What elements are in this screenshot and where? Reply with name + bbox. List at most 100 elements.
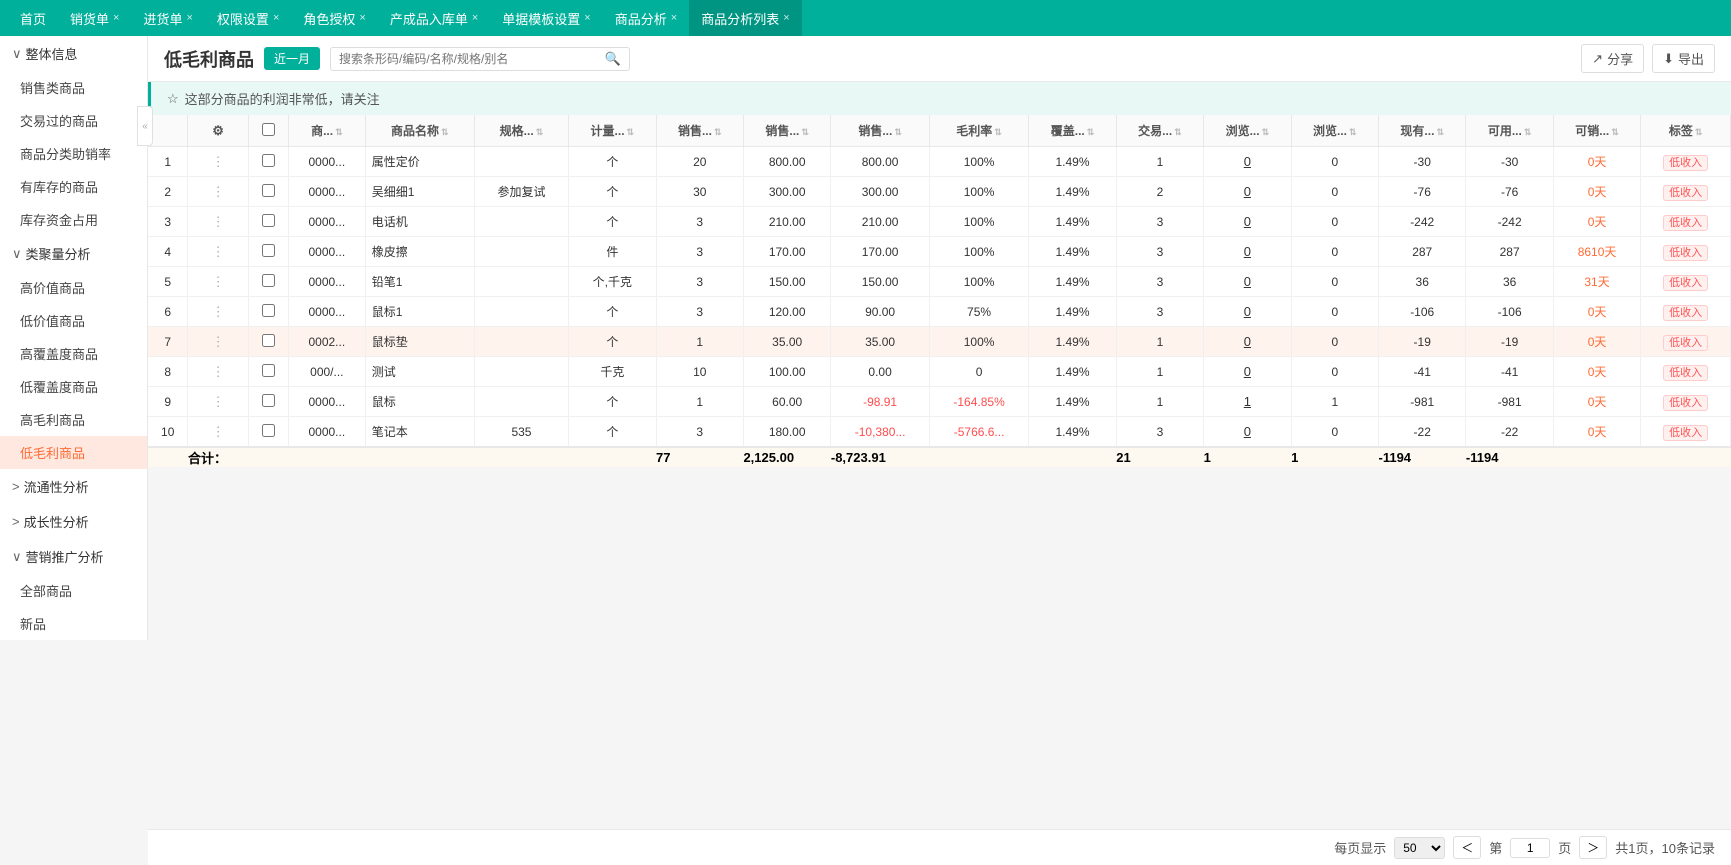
row-checkbox[interactable]	[262, 424, 275, 437]
sidebar-item-库存资金占用[interactable]: 库存资金占用	[0, 203, 147, 236]
nav-item-单据模板设置[interactable]: 单据模板设置×	[490, 0, 602, 36]
browse-link[interactable]: 0	[1244, 304, 1251, 319]
browse-link[interactable]: 0	[1244, 184, 1251, 199]
cell-settings[interactable]: ⋮	[188, 357, 248, 387]
sidebar-item-新品[interactable]: 新品	[0, 607, 147, 640]
browse-link[interactable]: 0	[1244, 214, 1251, 229]
browse-link[interactable]: 1	[1244, 394, 1251, 409]
browse-link[interactable]: 0	[1244, 274, 1251, 289]
close-icon[interactable]: ×	[783, 12, 789, 24]
nav-item-首页[interactable]: 首页	[8, 0, 58, 36]
sidebar-item-商品分类助销率[interactable]: 商品分类助销率	[0, 137, 147, 170]
sort-icon[interactable]: ⇅	[335, 127, 343, 137]
row-checkbox[interactable]	[262, 274, 275, 287]
sort-icon[interactable]: ⇅	[441, 127, 449, 137]
nav-item-角色授权[interactable]: 角色授权×	[291, 0, 377, 36]
cell-checkbox[interactable]	[248, 177, 288, 207]
browse-link[interactable]: 0	[1244, 364, 1251, 379]
nav-item-进货单[interactable]: 进货单×	[131, 0, 204, 36]
close-icon[interactable]: ×	[671, 12, 677, 24]
sort-icon[interactable]: ⇅	[1611, 127, 1619, 137]
row-checkbox[interactable]	[262, 304, 275, 317]
cell-checkbox[interactable]	[248, 327, 288, 357]
cell-settings[interactable]: ⋮	[188, 417, 248, 448]
cell-browse1[interactable]: 1	[1204, 387, 1291, 417]
cell-checkbox[interactable]	[248, 297, 288, 327]
select-all-checkbox[interactable]	[262, 123, 275, 136]
cell-settings[interactable]: ⋮	[188, 327, 248, 357]
cell-browse1[interactable]: 0	[1204, 237, 1291, 267]
cell-checkbox[interactable]	[248, 237, 288, 267]
export-button[interactable]: ⬇ 导出	[1652, 44, 1715, 73]
row-settings-icon[interactable]: ⋮	[212, 154, 225, 169]
sort-icon[interactable]: ⇅	[1695, 127, 1703, 137]
cell-browse1[interactable]: 0	[1204, 267, 1291, 297]
close-icon[interactable]: ×	[472, 12, 478, 24]
sort-icon[interactable]: ⇅	[994, 127, 1002, 137]
cell-settings[interactable]: ⋮	[188, 387, 248, 417]
row-checkbox[interactable]	[262, 364, 275, 377]
browse-link[interactable]: 0	[1244, 334, 1251, 349]
close-icon[interactable]: ×	[359, 12, 365, 24]
row-settings-icon[interactable]: ⋮	[212, 394, 225, 409]
row-settings-icon[interactable]: ⋮	[212, 184, 225, 199]
sort-icon[interactable]: ⇅	[714, 127, 722, 137]
share-button[interactable]: ↗ 分享	[1581, 44, 1644, 73]
row-checkbox[interactable]	[262, 244, 275, 257]
nav-item-产成品入库单[interactable]: 产成品入库单×	[378, 0, 490, 36]
sort-icon[interactable]: ⇅	[1087, 127, 1095, 137]
cell-settings[interactable]: ⋮	[188, 207, 248, 237]
sidebar-item-低价值商品[interactable]: 低价值商品	[0, 304, 147, 337]
cell-checkbox[interactable]	[248, 387, 288, 417]
cell-checkbox[interactable]	[248, 207, 288, 237]
cell-browse1[interactable]: 0	[1204, 297, 1291, 327]
sort-icon[interactable]: ⇅	[1174, 127, 1182, 137]
row-checkbox[interactable]	[262, 184, 275, 197]
cell-browse1[interactable]: 0	[1204, 207, 1291, 237]
sort-icon[interactable]: ⇅	[894, 127, 902, 137]
nav-item-销货单[interactable]: 销货单×	[58, 0, 131, 36]
cell-settings[interactable]: ⋮	[188, 177, 248, 207]
next-page-button[interactable]: ＞	[1579, 836, 1607, 859]
sidebar-group-成长性分析[interactable]: >成长性分析	[0, 504, 147, 539]
row-settings-icon[interactable]: ⋮	[212, 304, 225, 319]
sort-icon[interactable]: ⇅	[1349, 127, 1357, 137]
cell-settings[interactable]: ⋮	[188, 147, 248, 177]
browse-link[interactable]: 0	[1244, 424, 1251, 439]
cell-settings[interactable]: ⋮	[188, 297, 248, 327]
col-settings[interactable]: ⚙	[188, 115, 248, 147]
page-input[interactable]	[1510, 838, 1550, 858]
sidebar-item-全部商品[interactable]: 全部商品	[0, 574, 147, 607]
prev-page-button[interactable]: ＜	[1453, 836, 1481, 859]
cell-checkbox[interactable]	[248, 147, 288, 177]
cell-checkbox[interactable]	[248, 267, 288, 297]
nav-item-商品分析列表[interactable]: 商品分析列表×	[689, 0, 801, 36]
sidebar-group-流通性分析[interactable]: >流通性分析	[0, 469, 147, 504]
settings-icon[interactable]: ⚙	[212, 123, 224, 138]
cell-settings[interactable]: ⋮	[188, 237, 248, 267]
row-settings-icon[interactable]: ⋮	[212, 334, 225, 349]
row-settings-icon[interactable]: ⋮	[212, 424, 225, 439]
sort-icon[interactable]: ⇅	[1524, 127, 1532, 137]
sidebar-item-高毛利商品[interactable]: 高毛利商品	[0, 403, 147, 436]
browse-link[interactable]: 0	[1244, 244, 1251, 259]
sidebar-group-整体信息[interactable]: ∨整体信息	[0, 36, 147, 71]
sidebar-item-高覆盖度商品[interactable]: 高覆盖度商品	[0, 337, 147, 370]
sidebar-item-高价值商品[interactable]: 高价值商品	[0, 271, 147, 304]
nav-item-商品分析[interactable]: 商品分析×	[603, 0, 689, 36]
sort-icon[interactable]: ⇅	[801, 127, 809, 137]
col-checkbox[interactable]	[248, 115, 288, 147]
cell-browse1[interactable]: 0	[1204, 327, 1291, 357]
row-settings-icon[interactable]: ⋮	[212, 364, 225, 379]
search-input[interactable]	[339, 52, 601, 66]
browse-link[interactable]: 0	[1244, 154, 1251, 169]
sort-icon[interactable]: ⇅	[627, 127, 635, 137]
row-checkbox[interactable]	[262, 334, 275, 347]
period-button[interactable]: 近一月	[264, 47, 320, 70]
sidebar-item-有库存的商品[interactable]: 有库存的商品	[0, 170, 147, 203]
cell-browse1[interactable]: 0	[1204, 177, 1291, 207]
cell-browse1[interactable]: 0	[1204, 417, 1291, 448]
sidebar-item-交易过的商品[interactable]: 交易过的商品	[0, 104, 147, 137]
close-icon[interactable]: ×	[113, 12, 119, 24]
sidebar-item-低毛利商品[interactable]: 低毛利商品	[0, 436, 147, 469]
